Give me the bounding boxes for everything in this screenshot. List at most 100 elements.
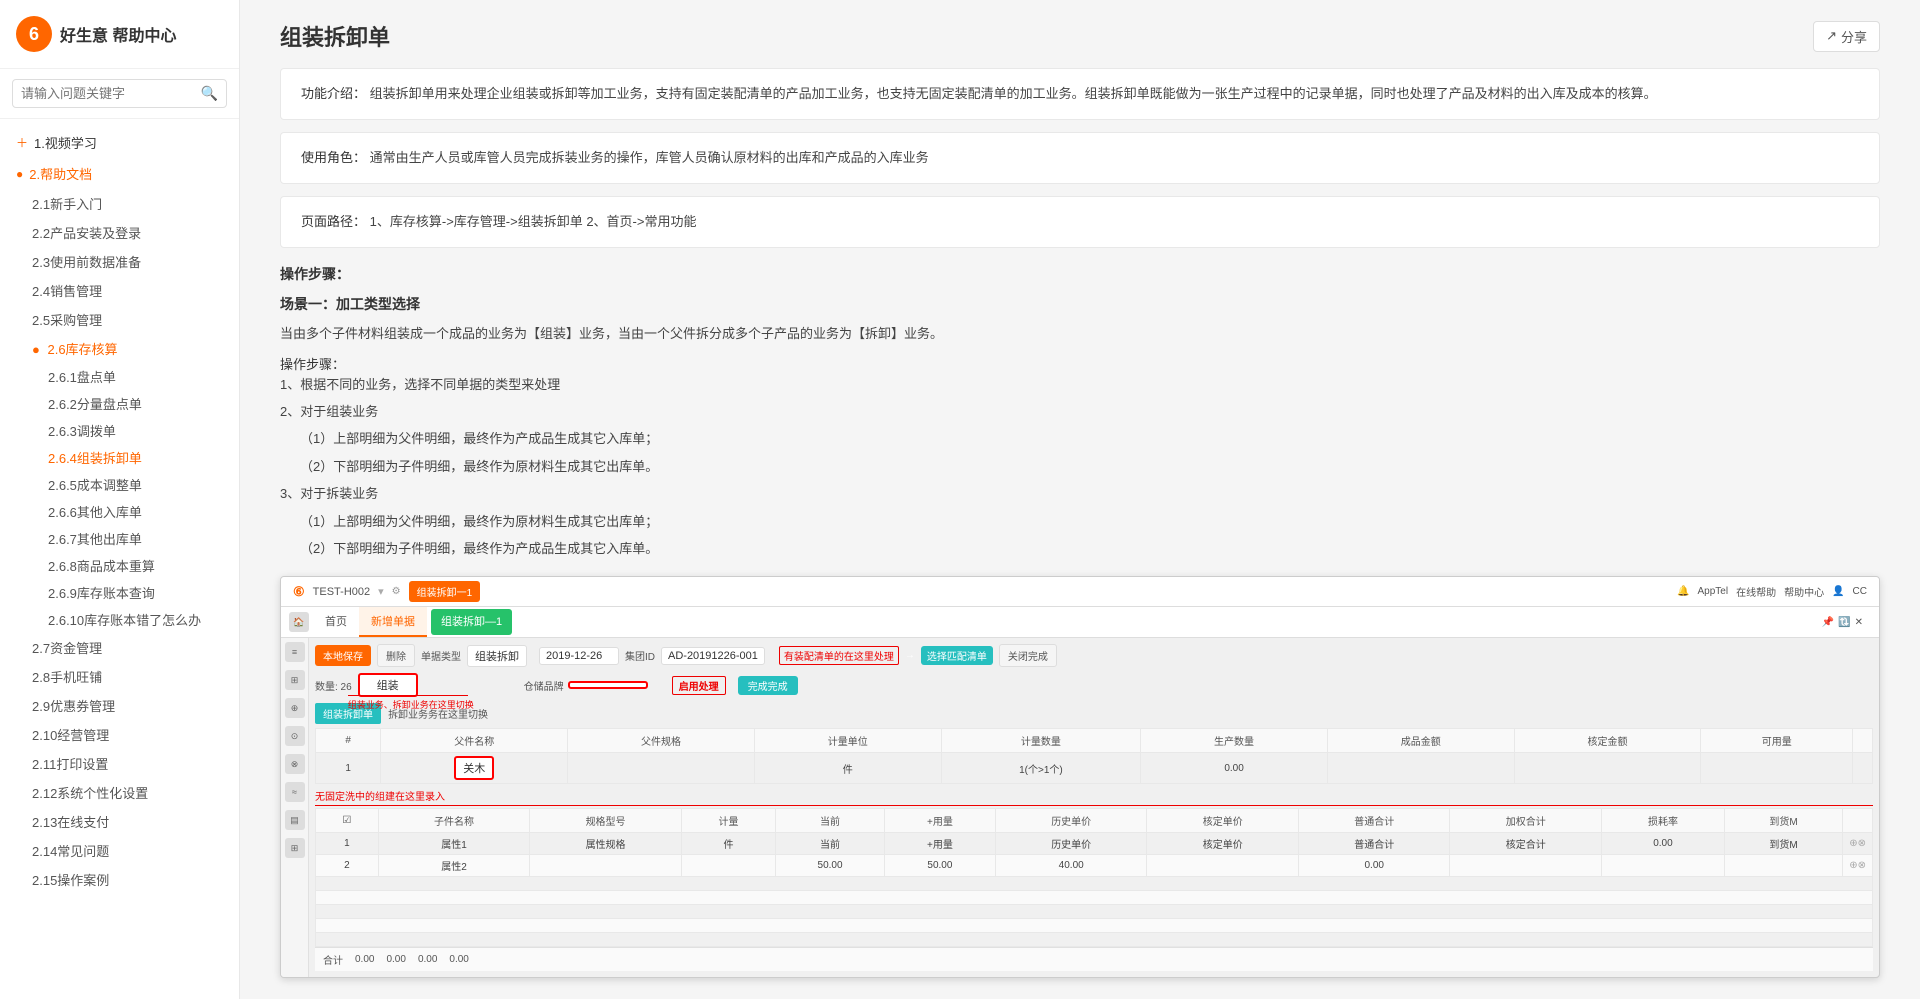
plus-icon: ＋	[16, 134, 28, 151]
mock-icon-3[interactable]: ⊕	[285, 698, 305, 718]
sidebar-section-2-label: 2.帮助文档	[29, 164, 92, 183]
mock-warehouse-input[interactable]	[568, 681, 648, 689]
sidebar-item-2-6-4[interactable]: 2.6.4组装拆卸单	[0, 444, 239, 471]
sidebar-item-2-8[interactable]: 2.8手机旺铺	[0, 662, 239, 691]
mock-close-done-btn[interactable]: 关闭完成	[999, 644, 1057, 667]
mock-icon-1[interactable]: ≡	[285, 642, 305, 662]
mock-tab-assembly[interactable]: 组装拆卸—1	[431, 609, 512, 635]
sidebar-item-2-5[interactable]: 2.5采购管理	[0, 305, 239, 334]
sidebar-item-2-6-2[interactable]: 2.6.2分量盘点单	[0, 390, 239, 417]
sidebar-item-2-10[interactable]: 2.10经营管理	[0, 720, 239, 749]
sidebar-item-2-6-5[interactable]: 2.6.5成本调整单	[0, 471, 239, 498]
mock-finish-btn[interactable]: 完成完成	[738, 676, 798, 695]
sidebar-item-2-6[interactable]: ● 2.6库存核算	[0, 334, 239, 363]
mock-cell-1-5: 1(个>1个)	[941, 753, 1141, 784]
page-title: 组装拆卸单	[280, 20, 390, 52]
annotation-no-bom: 无固定洗中的组建在这里录入	[315, 788, 1873, 806]
mock-warehouse-field: 仓储品牌 启用处理 完成完成	[524, 676, 798, 695]
mock-top-bar-left: ⑥ TEST-H002 ▾ ⚙ 组装拆卸一1	[293, 581, 480, 602]
mock-tab-home[interactable]: 首页	[313, 607, 359, 637]
sidebar-section-1-label: 1.视频学习	[34, 133, 97, 152]
mock-cell-1-3	[568, 753, 755, 784]
mock-col-num: #	[316, 729, 381, 753]
sidebar-item-2-6-10[interactable]: 2.6.10库存账本错了怎么办	[0, 606, 239, 633]
logo-area: 6 好生意 帮助中心	[0, 0, 239, 69]
mock-icon-6[interactable]: ≈	[285, 782, 305, 802]
mock-close-tab-icon[interactable]: ✕	[1855, 617, 1863, 628]
mock-col-prod-amount: 成品金额	[1327, 729, 1514, 753]
mock-cell-1-4: 件	[754, 753, 941, 784]
mock-save-btn[interactable]: 本地保存	[315, 645, 371, 666]
mock-orange-btn-top[interactable]: 组装拆卸一1	[409, 581, 481, 602]
mock-col-parent-name: 父件名称	[381, 729, 568, 753]
mock-id-value[interactable]: AD-20191226-001	[661, 647, 765, 665]
mock-app-tel: AppTel	[1698, 586, 1729, 597]
sidebar-item-docs[interactable]: ● 2.帮助文档	[0, 158, 239, 189]
mock-icon-2[interactable]: ⊞	[285, 670, 305, 690]
mock-bcol-loss: 损耗率	[1602, 809, 1725, 833]
sidebar-item-2-15[interactable]: 2.15操作案例	[0, 865, 239, 894]
mock-user-icon: 👤	[1832, 586, 1844, 597]
step-2: 2、对于组装业务	[280, 400, 1880, 423]
search-input[interactable]	[21, 86, 201, 101]
sidebar-item-2-4[interactable]: 2.4销售管理	[0, 276, 239, 305]
mock-bcol-usage: +用量	[884, 809, 995, 833]
table-row	[316, 933, 1873, 947]
sidebar-item-2-1[interactable]: 2.1新手入门	[0, 189, 239, 218]
mock-icon-4[interactable]: ⊙	[285, 726, 305, 746]
sidebar-sub-sub-list-2-6: 2.6.1盘点单 2.6.2分量盘点单 2.6.3调拨单 2.6.4组装拆卸单 …	[0, 363, 239, 633]
mock-parent-name-input[interactable]: 关木	[454, 756, 494, 780]
share-button[interactable]: ↗ 分享	[1813, 21, 1880, 52]
sidebar-item-2-6-6[interactable]: 2.6.6其他入库单	[0, 498, 239, 525]
sidebar-item-2-2[interactable]: 2.2产品安装及登录	[0, 218, 239, 247]
sidebar-item-2-11[interactable]: 2.11打印设置	[0, 749, 239, 778]
sidebar-item-2-6-9[interactable]: 2.6.9库存账本查询	[0, 579, 239, 606]
mock-icon-5[interactable]: ⊗	[285, 754, 305, 774]
mock-home-icon[interactable]: 🏠	[289, 612, 309, 632]
sidebar-item-2-6-1[interactable]: 2.6.1盘点单	[0, 363, 239, 390]
sidebar-item-2-13[interactable]: 2.13在线支付	[0, 807, 239, 836]
mock-cell-1-2: 关木	[381, 753, 568, 784]
mock-test-id: TEST-H002	[313, 586, 370, 598]
sidebar-item-2-9[interactable]: 2.9优惠券管理	[0, 691, 239, 720]
mock-icon-7[interactable]: ▤	[285, 810, 305, 830]
sidebar-item-video[interactable]: ＋ 1.视频学习	[0, 127, 239, 158]
mock-footer-v3: 0.00	[418, 954, 437, 965]
sidebar-item-2-6-7[interactable]: 2.6.7其他出库单	[0, 525, 239, 552]
sidebar-item-2-3[interactable]: 2.3使用前数据准备	[0, 247, 239, 276]
sidebar-item-2-14[interactable]: 2.14常见问题	[0, 836, 239, 865]
mock-qty-label: 数量: 26	[315, 678, 352, 693]
mock-bcol-app-price: 核定单价	[1147, 809, 1299, 833]
mock-footer-label: 合计	[323, 952, 343, 967]
mock-logo: ⑥	[293, 584, 305, 600]
mock-help-online: 在线帮助	[1736, 584, 1776, 599]
row-ops-icon-2[interactable]: ⊕⊗	[1849, 860, 1866, 871]
mock-bottom-table-wrap: 无固定洗中的组建在这里录入 ☑ 子件名称 规格型号 计量 当前 +用量	[315, 788, 1873, 971]
mock-delete-btn[interactable]: 删除	[377, 644, 415, 667]
sidebar-item-2-12[interactable]: 2.12系统个性化设置	[0, 778, 239, 807]
mock-cell-1-7	[1327, 753, 1514, 784]
sidebar: 6 好生意 帮助中心 🔍 ＋ 1.视频学习 ● 2.帮助文档 2.1新手入门 2…	[0, 0, 240, 999]
mock-doc-type-value[interactable]: 组装拆卸	[467, 645, 527, 667]
search-area: 🔍	[0, 69, 239, 119]
sidebar-item-2-6-3[interactable]: 2.6.3调拨单	[0, 417, 239, 444]
mock-cell-1-ops	[1853, 753, 1873, 784]
mock-icon-8[interactable]: ⊞	[285, 838, 305, 858]
mock-bcol-weight-total: 加权合计	[1450, 809, 1602, 833]
row-ops-icon[interactable]: ⊕⊗	[1849, 838, 1866, 849]
mock-cell-1-6: 0.00	[1141, 753, 1328, 784]
mock-date-value[interactable]: 2019-12-26	[539, 647, 619, 665]
mock-col-available: 可用量	[1701, 729, 1853, 753]
table-row	[316, 905, 1873, 919]
search-icon[interactable]: 🔍	[201, 85, 218, 102]
mock-select-bom-btn[interactable]: 选择匹配清单	[921, 646, 993, 665]
step-3: 3、对于拆装业务	[280, 482, 1880, 505]
mock-col-count: 计量数量	[941, 729, 1141, 753]
content-body: 功能介绍： 组装拆卸单用来处理企业组装或拆卸等加工业务，支持有固定装配清单的产品…	[240, 68, 1920, 999]
mock-type-toggle[interactable]: 组装	[358, 673, 418, 697]
mock-tab-new[interactable]: 新增单据	[359, 607, 427, 637]
sidebar-item-2-6-8[interactable]: 2.6.8商品成本重算	[0, 552, 239, 579]
scene1-title: 场景一：加工类型选择	[280, 294, 1880, 314]
content-header: 组装拆卸单 ↗ 分享	[240, 0, 1920, 68]
sidebar-item-2-7[interactable]: 2.7资金管理	[0, 633, 239, 662]
